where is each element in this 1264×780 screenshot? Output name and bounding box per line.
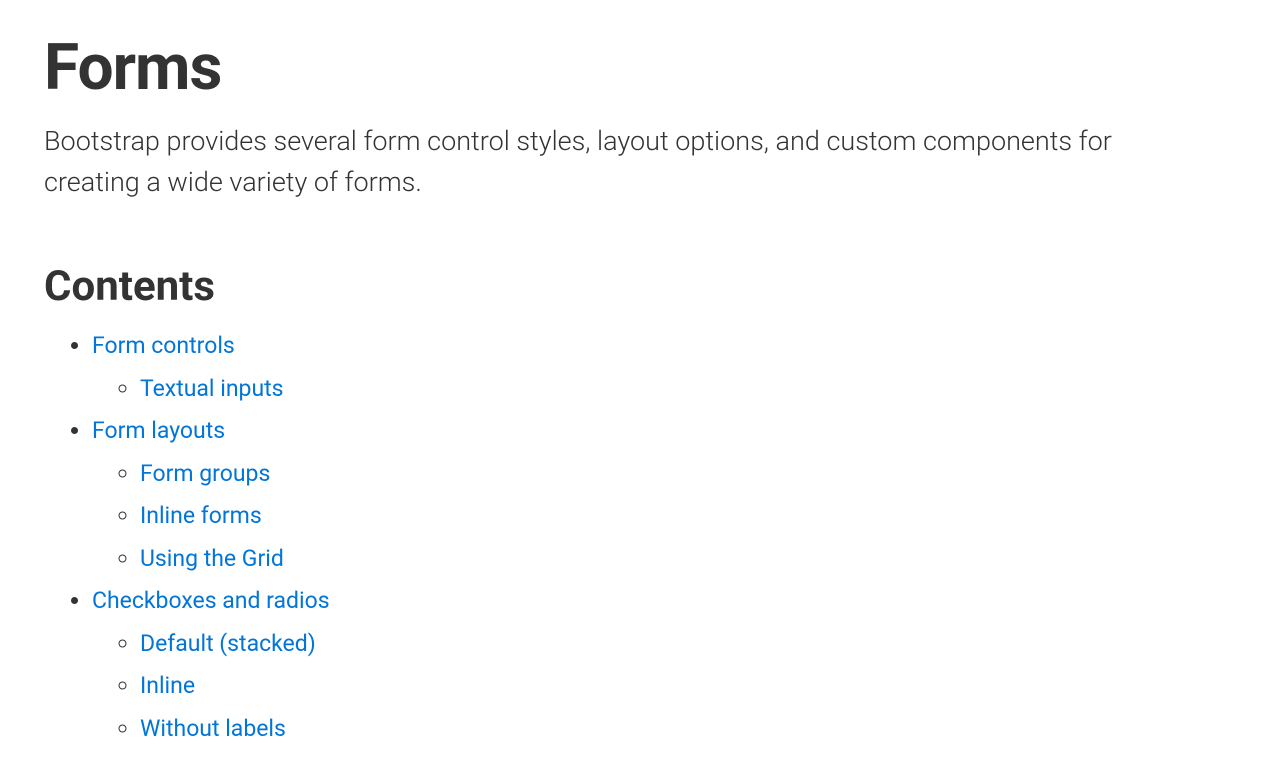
toc-link-form-controls[interactable]: Form controls xyxy=(92,332,235,359)
toc-link-without-labels[interactable]: Without labels xyxy=(140,715,286,742)
toc-item: Without labels xyxy=(140,708,1220,751)
toc-item: Using the Grid xyxy=(140,538,1220,581)
toc-item: Textual inputs xyxy=(140,368,1220,411)
toc-link-textual-inputs[interactable]: Textual inputs xyxy=(140,375,284,402)
toc-item: Form groups xyxy=(140,453,1220,496)
toc-item: Checkboxes and radios Default (stacked) … xyxy=(92,580,1220,750)
toc-link-form-groups[interactable]: Form groups xyxy=(140,460,270,487)
toc-item: Default (stacked) xyxy=(140,623,1220,666)
toc-link-form-layouts[interactable]: Form layouts xyxy=(92,417,225,444)
page-lead: Bootstrap provides several form control … xyxy=(44,121,1194,202)
toc-item: Form layouts Form groups Inline forms Us… xyxy=(92,410,1220,580)
toc-link-default-stacked[interactable]: Default (stacked) xyxy=(140,630,316,657)
toc-sublist: Textual inputs xyxy=(92,368,1220,411)
toc-item: Inline xyxy=(140,665,1220,708)
toc-list: Form controls Textual inputs Form layout… xyxy=(44,325,1220,750)
page-title: Forms xyxy=(44,30,1220,105)
toc-sublist: Form groups Inline forms Using the Grid xyxy=(92,453,1220,581)
toc-item: Inline forms xyxy=(140,495,1220,538)
toc-link-inline-forms[interactable]: Inline forms xyxy=(140,502,262,529)
toc-sublist: Default (stacked) Inline Without labels xyxy=(92,623,1220,751)
toc-link-inline[interactable]: Inline xyxy=(140,672,195,699)
toc-link-using-the-grid[interactable]: Using the Grid xyxy=(140,545,284,572)
toc-link-checkboxes-and-radios[interactable]: Checkboxes and radios xyxy=(92,587,330,614)
contents-heading: Contents xyxy=(44,262,1220,311)
toc-item: Form controls Textual inputs xyxy=(92,325,1220,410)
